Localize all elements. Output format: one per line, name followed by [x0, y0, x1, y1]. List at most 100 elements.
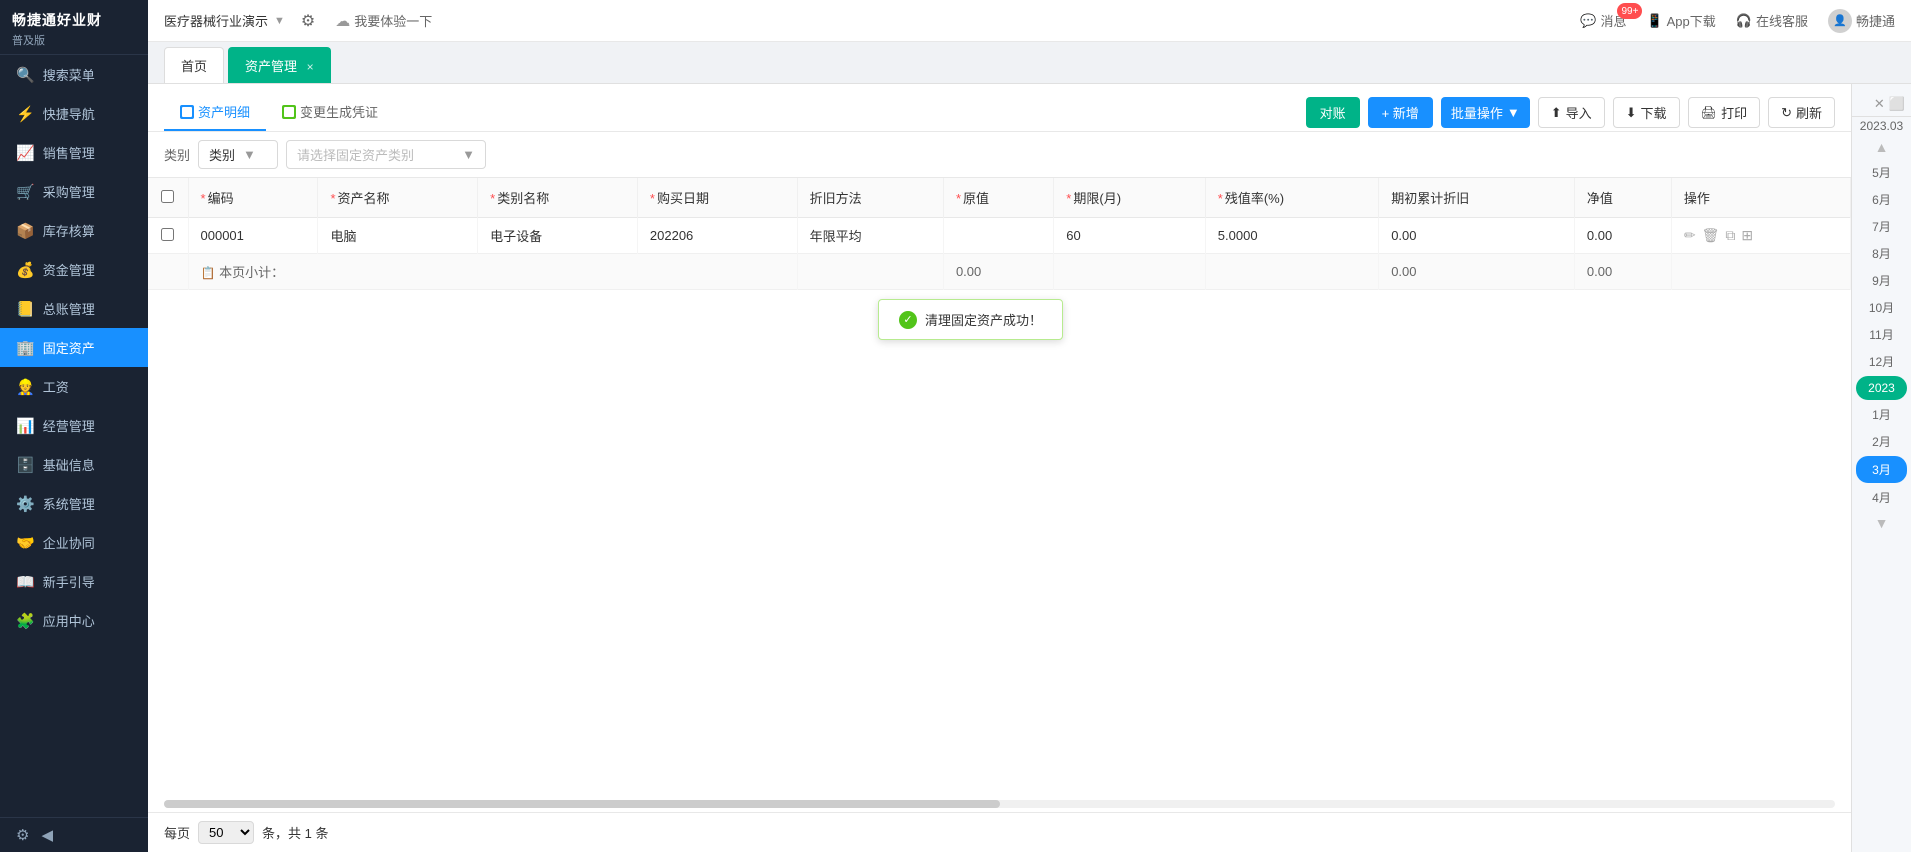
print-icon: 🖨 [1701, 105, 1718, 121]
sales-icon: 📈 [16, 144, 35, 162]
month-item-7[interactable]: 7月 [1852, 213, 1911, 240]
message-icon: 💬 [1580, 13, 1596, 29]
filter-category-input[interactable]: 请选择固定资产类别 ▼ [286, 140, 486, 169]
messages-badge: 99+ [1617, 3, 1642, 19]
print-button[interactable]: 🖨 打印 [1688, 97, 1761, 128]
user-menu[interactable]: 👤 畅捷通 [1828, 9, 1895, 33]
month-item-11[interactable]: 11月 [1852, 321, 1911, 348]
select-all-checkbox[interactable] [161, 190, 174, 203]
close-panel-icon[interactable]: ✕ [1874, 96, 1885, 112]
sidebar-item-basic-info[interactable]: 🗄️ 基础信息 [0, 445, 148, 484]
success-toast: ✓ 清理固定资产成功！ [878, 299, 1063, 340]
new-button[interactable]: + 新增 [1368, 97, 1433, 128]
inventory-icon: 📦 [16, 222, 35, 240]
app-download-btn[interactable]: 📱 App下载 [1646, 11, 1715, 30]
year-display: 2023.03 [1854, 117, 1909, 135]
row-category: 电子设备 [478, 218, 638, 254]
success-message: 清理固定资产成功！ [925, 310, 1042, 329]
sidebar-item-ledger[interactable]: 📒 总账管理 [0, 289, 148, 328]
download-icon: ⬇ [1626, 105, 1637, 121]
row-period: 60 [1054, 218, 1205, 254]
month-item-2[interactable]: 2月 [1852, 428, 1911, 455]
month-item-3[interactable]: 3月 [1856, 456, 1907, 483]
sidebar-item-system[interactable]: ⚙️ 系统管理 [0, 484, 148, 523]
edit-icon[interactable]: ✏ [1684, 227, 1696, 244]
system-icon: ⚙️ [16, 495, 35, 513]
sidebar-item-quicknav[interactable]: ⚡ 快捷导航 [0, 94, 148, 133]
month-item-4[interactable]: 4月 [1852, 484, 1911, 511]
horizontal-scrollbar[interactable] [164, 800, 1835, 808]
tab-asset-management[interactable]: 资产管理 × [228, 47, 331, 83]
scroll-down-btn[interactable]: ▼ [1852, 511, 1911, 535]
sub-tab-voucher[interactable]: 变更生成凭证 [266, 94, 394, 131]
month-item-9[interactable]: 9月 [1852, 267, 1911, 294]
copy-icon[interactable]: ⧉ [1725, 227, 1735, 244]
operations-icon: 📊 [16, 417, 35, 435]
month-item-10[interactable]: 10月 [1852, 294, 1911, 321]
batch-ops-button[interactable]: 批量操作 ▼ [1441, 97, 1530, 128]
th-net-value: 净值 [1574, 178, 1671, 218]
sidebar-item-apps[interactable]: 🧩 应用中心 [0, 601, 148, 640]
download-button[interactable]: ⬇ 下载 [1613, 97, 1680, 128]
sidebar-item-label: 资金管理 [43, 260, 95, 279]
sidebar-item-payroll[interactable]: 👷 工资 [0, 367, 148, 406]
refresh-icon: ↻ [1781, 105, 1792, 121]
month-item-12[interactable]: 12月 [1852, 348, 1911, 375]
sidebar-item-finance[interactable]: 💰 资金管理 [0, 250, 148, 289]
scroll-up-btn[interactable]: ▲ [1852, 135, 1911, 159]
more-icon[interactable]: ⊞ [1741, 227, 1753, 244]
sidebar-scroll: 🔍 搜索菜单 ⚡ 快捷导航 📈 销售管理 🛒 采购管理 📦 库存核算 💰 资金管… [0, 55, 148, 817]
sidebar-item-operations[interactable]: 📊 经营管理 [0, 406, 148, 445]
guide-icon: 📖 [16, 573, 35, 591]
sidebar-item-enterprise[interactable]: 🤝 企业协同 [0, 523, 148, 562]
scrollbar-thumb[interactable] [164, 800, 1000, 808]
tab-home-label: 首页 [181, 59, 207, 74]
per-page-label: 每页 [164, 823, 190, 842]
expand-panel-icon[interactable]: ⬜ [1889, 96, 1905, 112]
sidebar-item-search[interactable]: 🔍 搜索菜单 [0, 55, 148, 94]
th-actions: 操作 [1671, 178, 1850, 218]
month-item-8[interactable]: 8月 [1852, 240, 1911, 267]
delete-icon[interactable]: 🗑 [1702, 227, 1720, 244]
refresh-button[interactable]: ↻ 刷新 [1768, 97, 1835, 128]
online-service-btn[interactable]: 🎧 在线客服 [1736, 11, 1808, 30]
tab-close-icon[interactable]: × [307, 60, 314, 74]
app-download-label: App下载 [1667, 11, 1716, 30]
year-2023-item[interactable]: 2023 [1856, 376, 1907, 400]
sidebar-item-label: 工资 [43, 377, 69, 396]
experience-btn[interactable]: ☁ 我要体验一下 [335, 11, 432, 30]
sidebar-item-fixed-assets[interactable]: 🏢 固定资产 [0, 328, 148, 367]
sidebar-item-sales[interactable]: 📈 销售管理 [0, 133, 148, 172]
filter-type-select[interactable]: 类别 ▼ [198, 140, 278, 169]
app-title: 畅捷通好业财 [12, 10, 102, 30]
sub-tab-asset-detail[interactable]: 资产明细 [164, 94, 266, 131]
month-item-6[interactable]: 6月 [1852, 186, 1911, 213]
row-checkbox[interactable] [161, 228, 174, 241]
settings-bottom-icon[interactable]: ⚙ [16, 826, 29, 844]
month-item-1[interactable]: 1月 [1852, 401, 1911, 428]
topbar: 医疗器械行业演示 ▼ ⚙ ☁ 我要体验一下 💬 消息 99+ 📱 App下载 🎧… [148, 0, 1911, 42]
collapse-icon[interactable]: ◀ [41, 826, 53, 844]
service-icon: 🎧 [1736, 13, 1752, 29]
sidebar-item-purchase[interactable]: 🛒 采购管理 [0, 172, 148, 211]
messages-btn[interactable]: 💬 消息 99+ [1580, 11, 1626, 30]
subtotal-empty2 [1054, 254, 1205, 290]
month-item-5[interactable]: 5月 [1852, 159, 1911, 186]
sidebar-item-label: 经营管理 [43, 416, 95, 435]
app-subtitle: 普及版 [12, 32, 45, 48]
reconcile-button[interactable]: 对账 [1306, 97, 1360, 128]
sidebar-item-label: 总账管理 [43, 299, 95, 318]
basic-info-icon: 🗄️ [16, 456, 35, 474]
batch-ops-dropdown-icon: ▼ [1507, 105, 1520, 120]
tab-home[interactable]: 首页 [164, 47, 224, 83]
filter-type-dropdown-icon: ▼ [243, 147, 256, 162]
sidebar-item-inventory[interactable]: 📦 库存核算 [0, 211, 148, 250]
enterprise-icon: 🤝 [16, 534, 35, 552]
settings-icon[interactable]: ⚙ [301, 11, 315, 31]
row-code: 000001 [188, 218, 318, 254]
sub-tab-asset-detail-label: 资产明细 [198, 102, 250, 121]
per-page-select[interactable]: 50 100 200 [198, 821, 254, 844]
sidebar-item-guide[interactable]: 📖 新手引导 [0, 562, 148, 601]
import-button[interactable]: ⬆ 导入 [1538, 97, 1605, 128]
company-selector[interactable]: 医疗器械行业演示 ▼ [164, 11, 285, 30]
